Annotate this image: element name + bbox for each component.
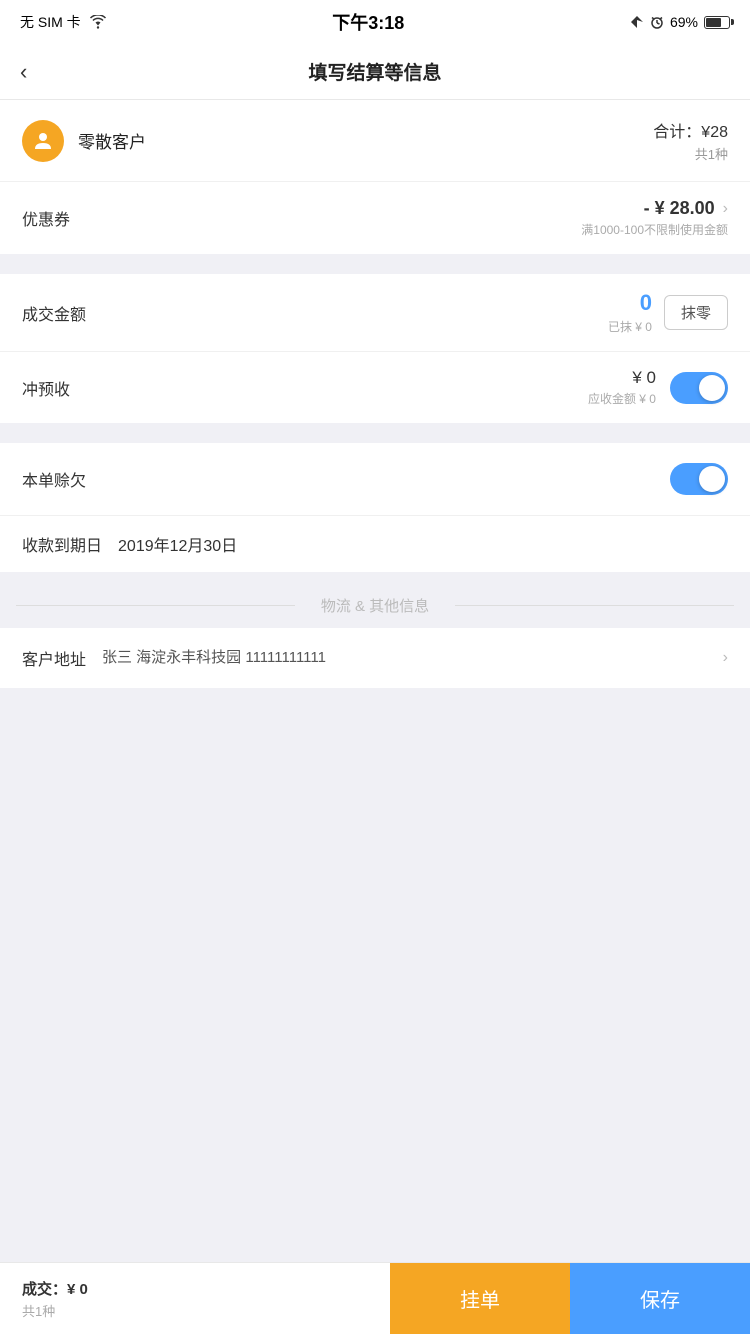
alarm-icon [650,15,664,29]
address-chevron-icon: › [723,649,728,667]
bottom-summary: 成交：¥ 0 共1种 [0,1278,390,1320]
logistics-line-right [455,605,734,606]
status-time: 下午3:18 [332,9,404,35]
address-label: 客户地址 [22,646,86,670]
customer-name: 零散客户 [78,128,146,153]
deal-amount-right: 0 已抹 ¥ 0 抹零 [608,290,728,335]
bottom-bar: 成交：¥ 0 共1种 挂单 保存 [0,1262,750,1334]
advance-row: 冲预收 ¥ 0 应收金额 ¥ 0 [0,351,750,423]
customer-row: 零散客户 合计：¥28 共1种 [0,100,750,181]
bottom-deal-prefix: 成交： [22,1281,67,1298]
nav-bar: ‹ 填写结算等信息 [0,44,750,100]
wifi-icon [89,15,107,29]
advance-sub: 应收金额 ¥ 0 [588,390,656,407]
bottom-count: 共1种 [22,1301,368,1320]
deal-amount-sub: 已抹 ¥ 0 [608,318,652,335]
logistics-label: 物流 & 其他信息 [321,595,429,616]
status-left: 无 SIM 卡 [20,12,107,32]
due-date-value: 2019年12月30日 [118,532,237,556]
customer-count: 共1种 [653,144,728,163]
advance-label: 冲预收 [22,376,70,400]
advance-right: ¥ 0 应收金额 ¥ 0 [588,368,728,407]
customer-avatar [22,120,64,162]
status-right: 69% [630,14,730,30]
deal-amount-row: 成交金额 0 已抹 ¥ 0 抹零 [0,274,750,351]
credit-row: 本单赊欠 [0,443,750,515]
sim-label: 无 SIM 卡 [20,12,81,32]
advance-toggle[interactable] [670,372,728,404]
credit-label: 本单赊欠 [22,467,86,491]
battery-percent: 69% [670,14,698,30]
coupon-chevron-icon: › [723,200,728,218]
credit-toggle-knob [699,466,725,492]
deal-amount-value: 0 [608,290,652,316]
customer-right: 合计：¥28 共1种 [653,118,728,163]
divider-1 [0,264,750,274]
deal-section: 成交金额 0 已抹 ¥ 0 抹零 冲预收 ¥ 0 应收金额 ¥ 0 [0,274,750,423]
status-bar: 无 SIM 卡 下午3:18 69% [0,0,750,44]
battery-icon [704,16,730,29]
address-left: 客户地址 张三 海淀永丰科技园 11111111111 [22,646,326,670]
logistics-divider: 物流 & 其他信息 [0,582,750,628]
advance-toggle-knob [699,375,725,401]
bottom-deal-label: 成交：¥ 0 [22,1278,368,1299]
address-row[interactable]: 客户地址 张三 海淀永丰科技园 11111111111 › [0,628,750,688]
bottom-spacer [0,698,750,770]
location-icon [630,15,644,29]
coupon-row[interactable]: 优惠券 - ¥ 28.00 › 满1000-100不限制使用金额 [0,181,750,254]
coupon-amount: - ¥ 28.00 [644,198,715,219]
customer-section: 零散客户 合计：¥28 共1种 优惠券 - ¥ 28.00 › 满1000-10… [0,100,750,254]
back-button[interactable]: ‹ [20,59,27,85]
coupon-desc: 满1000-100不限制使用金额 [581,221,728,238]
address-value: 张三 海淀永丰科技园 11111111111 [102,646,326,667]
divider-2 [0,433,750,443]
hang-button[interactable]: 挂单 [390,1263,570,1334]
round-btn[interactable]: 抹零 [664,295,728,330]
customer-total: 合计：¥28 [653,118,728,142]
due-date-row: 收款到期日 2019年12月30日 [0,515,750,572]
save-button[interactable]: 保存 [570,1263,750,1334]
advance-amount: ¥ 0 [588,368,656,388]
credit-section: 本单赊欠 收款到期日 2019年12月30日 [0,443,750,572]
bottom-deal-value: ¥ 0 [67,1281,88,1298]
due-date-label: 收款到期日 [22,532,102,556]
person-icon [31,129,55,153]
deal-amount-label: 成交金额 [22,301,86,325]
logistics-line-left [16,605,295,606]
coupon-label: 优惠券 [22,206,70,230]
page-title: 填写结算等信息 [308,58,441,85]
credit-toggle[interactable] [670,463,728,495]
customer-left: 零散客户 [22,120,146,162]
address-section: 客户地址 张三 海淀永丰科技园 11111111111 › [0,628,750,688]
